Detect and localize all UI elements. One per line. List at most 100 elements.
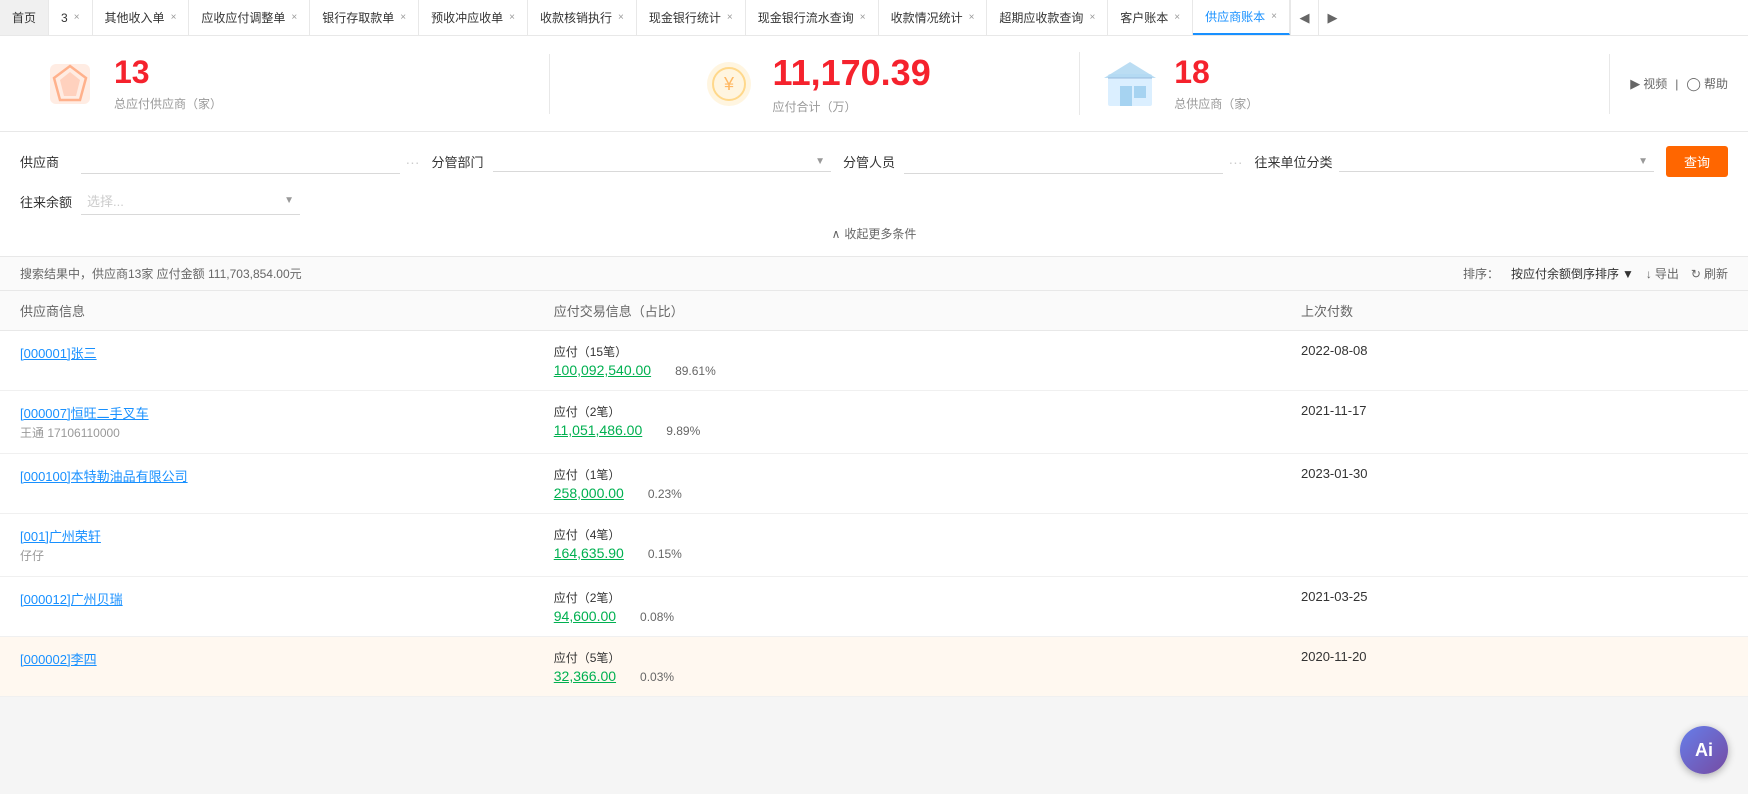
refresh-button[interactable]: ↻ 刷新 bbox=[1691, 265, 1728, 282]
supplier-link-0[interactable]: [000001]张三 bbox=[20, 346, 97, 361]
trans-percent-2: 0.23% bbox=[648, 487, 682, 501]
nav-tab-cash-bank-flow-close[interactable]: × bbox=[860, 12, 866, 23]
table-row: [000001]张三 应付（15笔） 100,092,540.00 89.61%… bbox=[0, 331, 1748, 391]
trans-label-3: 应付（4笔） bbox=[554, 526, 1301, 543]
ai-badge[interactable]: Ai bbox=[1680, 726, 1728, 774]
nav-tab-home[interactable]: 首页 bbox=[0, 0, 49, 35]
stat-icon-shop bbox=[1100, 54, 1160, 114]
nav-tab-customer-book-label: 客户账本 bbox=[1120, 9, 1168, 26]
trans-amount-0[interactable]: 100,092,540.00 bbox=[554, 362, 651, 378]
nav-tab-3[interactable]: 3 × bbox=[49, 0, 93, 35]
trans-label-5: 应付（5笔） bbox=[554, 649, 1301, 666]
nav-tab-overdue-ar-label: 超期应收款查询 bbox=[999, 9, 1083, 26]
nav-tab-bank-deposit-close[interactable]: × bbox=[400, 12, 406, 23]
nav-tab-receipt-verify[interactable]: 收款核销执行 × bbox=[528, 0, 637, 35]
help-label: 帮助 bbox=[1704, 75, 1728, 92]
nav-tab-cash-bank-stat[interactable]: 现金银行统计 × bbox=[637, 0, 746, 35]
supplier-info-2: [000100]本特勒油品有限公司 bbox=[20, 466, 554, 485]
nav-tab-other-income[interactable]: 其他收入单 × bbox=[93, 0, 190, 35]
result-actions: 排序： 按应付余额倒序排序 ▼ ↓ 导出 ↻ 刷新 bbox=[1463, 265, 1728, 282]
supplier-info-1: [000007]恒旺二手叉车 王通 17106110000 bbox=[20, 403, 554, 441]
nav-tab-3-close[interactable]: × bbox=[74, 12, 80, 23]
transaction-info-0: 应付（15笔） 100,092,540.00 89.61% bbox=[554, 343, 1301, 378]
nav-tab-advance-collect-close[interactable]: × bbox=[509, 12, 515, 23]
table-rows: [000001]张三 应付（15笔） 100,092,540.00 89.61%… bbox=[0, 331, 1748, 697]
stat-number-suppliers-owed: 13 bbox=[114, 55, 222, 90]
filter-supplier-more[interactable]: ··· bbox=[406, 154, 420, 170]
filter-department-label: 分管部门 bbox=[432, 152, 487, 171]
nav-tab-other-income-label: 其他收入单 bbox=[105, 9, 165, 26]
table-row: [000012]广州贝瑞 应付（2笔） 94,600.00 0.08% 2021… bbox=[0, 577, 1748, 637]
nav-tab-advance-collect[interactable]: 预收冲应收单 × bbox=[419, 0, 528, 35]
sort-label: 排序： bbox=[1463, 265, 1499, 282]
nav-tab-overdue-ar-close[interactable]: × bbox=[1089, 12, 1095, 23]
filter-category-select[interactable]: ▼ bbox=[1339, 152, 1654, 172]
stat-label-total-suppliers: 总供应商（家） bbox=[1174, 95, 1258, 112]
trans-amount-4[interactable]: 94,600.00 bbox=[554, 608, 616, 624]
nav-tab-home-label: 首页 bbox=[12, 9, 36, 26]
trans-label-0: 应付（15笔） bbox=[554, 343, 1301, 360]
nav-tab-overdue-ar[interactable]: 超期应收款查询 × bbox=[987, 0, 1108, 35]
supplier-link-4[interactable]: [000012]广州贝瑞 bbox=[20, 592, 123, 607]
nav-tab-receipt-stat-close[interactable]: × bbox=[969, 12, 975, 23]
filter-supplier-input[interactable] bbox=[81, 150, 400, 174]
nav-prev-arrow[interactable]: ◀ bbox=[1290, 0, 1318, 35]
table-row: [000002]李四 应付（5笔） 32,366.00 0.03% 2020-1… bbox=[0, 637, 1748, 697]
video-link[interactable]: ▶ 视频 bbox=[1630, 75, 1667, 92]
stat-info-total-suppliers: 18 总供应商（家） bbox=[1174, 55, 1258, 111]
nav-tab-receipt-stat[interactable]: 收款情况统计 × bbox=[879, 0, 988, 35]
sort-select[interactable]: 按应付余额倒序排序 ▼ bbox=[1511, 265, 1634, 282]
transaction-info-1: 应付（2笔） 11,051,486.00 9.89% bbox=[554, 403, 1301, 438]
trans-amount-3[interactable]: 164,635.90 bbox=[554, 545, 624, 561]
supplier-link-3[interactable]: [001]广州荣轩 bbox=[20, 529, 101, 544]
supplier-link-5[interactable]: [000002]李四 bbox=[20, 652, 97, 667]
supplier-info-0: [000001]张三 bbox=[20, 343, 554, 362]
query-button[interactable]: 查询 bbox=[1666, 146, 1728, 177]
nav-next-arrow[interactable]: ▶ bbox=[1318, 0, 1346, 35]
filter-person-input[interactable] bbox=[904, 150, 1223, 174]
supplier-link-2[interactable]: [000100]本特勒油品有限公司 bbox=[20, 469, 188, 484]
stat-number-total-suppliers: 18 bbox=[1174, 55, 1258, 90]
stat-label-total-ap: 应付合计（万） bbox=[773, 98, 931, 115]
transaction-info-2: 应付（1笔） 258,000.00 0.23% bbox=[554, 466, 1301, 501]
video-label: 视频 bbox=[1643, 75, 1667, 92]
filter-department-select[interactable]: ▼ bbox=[493, 152, 832, 172]
filter-balance-label: 往来余额 bbox=[20, 192, 75, 211]
export-button[interactable]: ↓ 导出 bbox=[1646, 265, 1679, 282]
nav-tab-bank-deposit[interactable]: 银行存取款单 × bbox=[310, 0, 419, 35]
nav-tab-ar-ap-adjust[interactable]: 应收应付调整单 × bbox=[189, 0, 310, 35]
stats-header: 13 总应付供应商（家） ¥ 11,170.39 应付合计（万） bbox=[0, 36, 1748, 132]
nav-tab-customer-book[interactable]: 客户账本 × bbox=[1108, 0, 1193, 35]
nav-tab-receipt-verify-close[interactable]: × bbox=[618, 12, 624, 23]
nav-tab-cash-bank-flow[interactable]: 现金银行流水查询 × bbox=[746, 0, 879, 35]
stat-info-suppliers-owed: 13 总应付供应商（家） bbox=[114, 55, 222, 111]
table-row: [000100]本特勒油品有限公司 应付（1笔） 258,000.00 0.23… bbox=[0, 454, 1748, 514]
trans-amount-1[interactable]: 11,051,486.00 bbox=[554, 422, 643, 438]
nav-tab-cash-bank-flow-label: 现金银行流水查询 bbox=[758, 9, 854, 26]
last-pay-0: 2022-08-08 bbox=[1301, 343, 1728, 358]
stat-card-total-ap: ¥ 11,170.39 应付合计（万） bbox=[550, 52, 1080, 115]
supplier-sub-1: 王通 17106110000 bbox=[20, 424, 554, 441]
nav-tab-supplier-book[interactable]: 供应商账本 × bbox=[1193, 0, 1290, 35]
trans-label-1: 应付（2笔） bbox=[554, 403, 1301, 420]
trans-label-4: 应付（2笔） bbox=[554, 589, 1301, 606]
help-link[interactable]: ◯ 帮助 bbox=[1686, 75, 1728, 92]
nav-tab-cash-bank-stat-label: 现金银行统计 bbox=[649, 9, 721, 26]
filter-person-more[interactable]: ··· bbox=[1229, 154, 1243, 170]
nav-tab-ar-ap-adjust-close[interactable]: × bbox=[291, 12, 297, 23]
nav-tab-supplier-book-close[interactable]: × bbox=[1271, 11, 1277, 22]
sort-value: 按应付余额倒序排序 bbox=[1511, 265, 1619, 282]
collapse-button[interactable]: ∧ 收起更多条件 bbox=[20, 225, 1728, 242]
supplier-link-1[interactable]: [000007]恒旺二手叉车 bbox=[20, 406, 149, 421]
filter-balance-select[interactable]: 选择... ▼ bbox=[81, 187, 300, 215]
nav-tab-customer-book-close[interactable]: × bbox=[1174, 12, 1180, 23]
transaction-info-3: 应付（4笔） 164,635.90 0.15% bbox=[554, 526, 1301, 561]
video-icon: ▶ bbox=[1630, 76, 1640, 92]
nav-tab-bank-deposit-label: 银行存取款单 bbox=[322, 9, 394, 26]
nav-tab-cash-bank-stat-close[interactable]: × bbox=[727, 12, 733, 23]
trans-amount-5[interactable]: 32,366.00 bbox=[554, 668, 616, 684]
last-pay-date-4: 2021-03-25 bbox=[1301, 589, 1368, 604]
nav-tab-other-income-close[interactable]: × bbox=[171, 12, 177, 23]
result-bar: 搜索结果中，供应商13家 应付金额 111,703,854.00元 排序： 按应… bbox=[0, 257, 1748, 291]
trans-amount-2[interactable]: 258,000.00 bbox=[554, 485, 624, 501]
